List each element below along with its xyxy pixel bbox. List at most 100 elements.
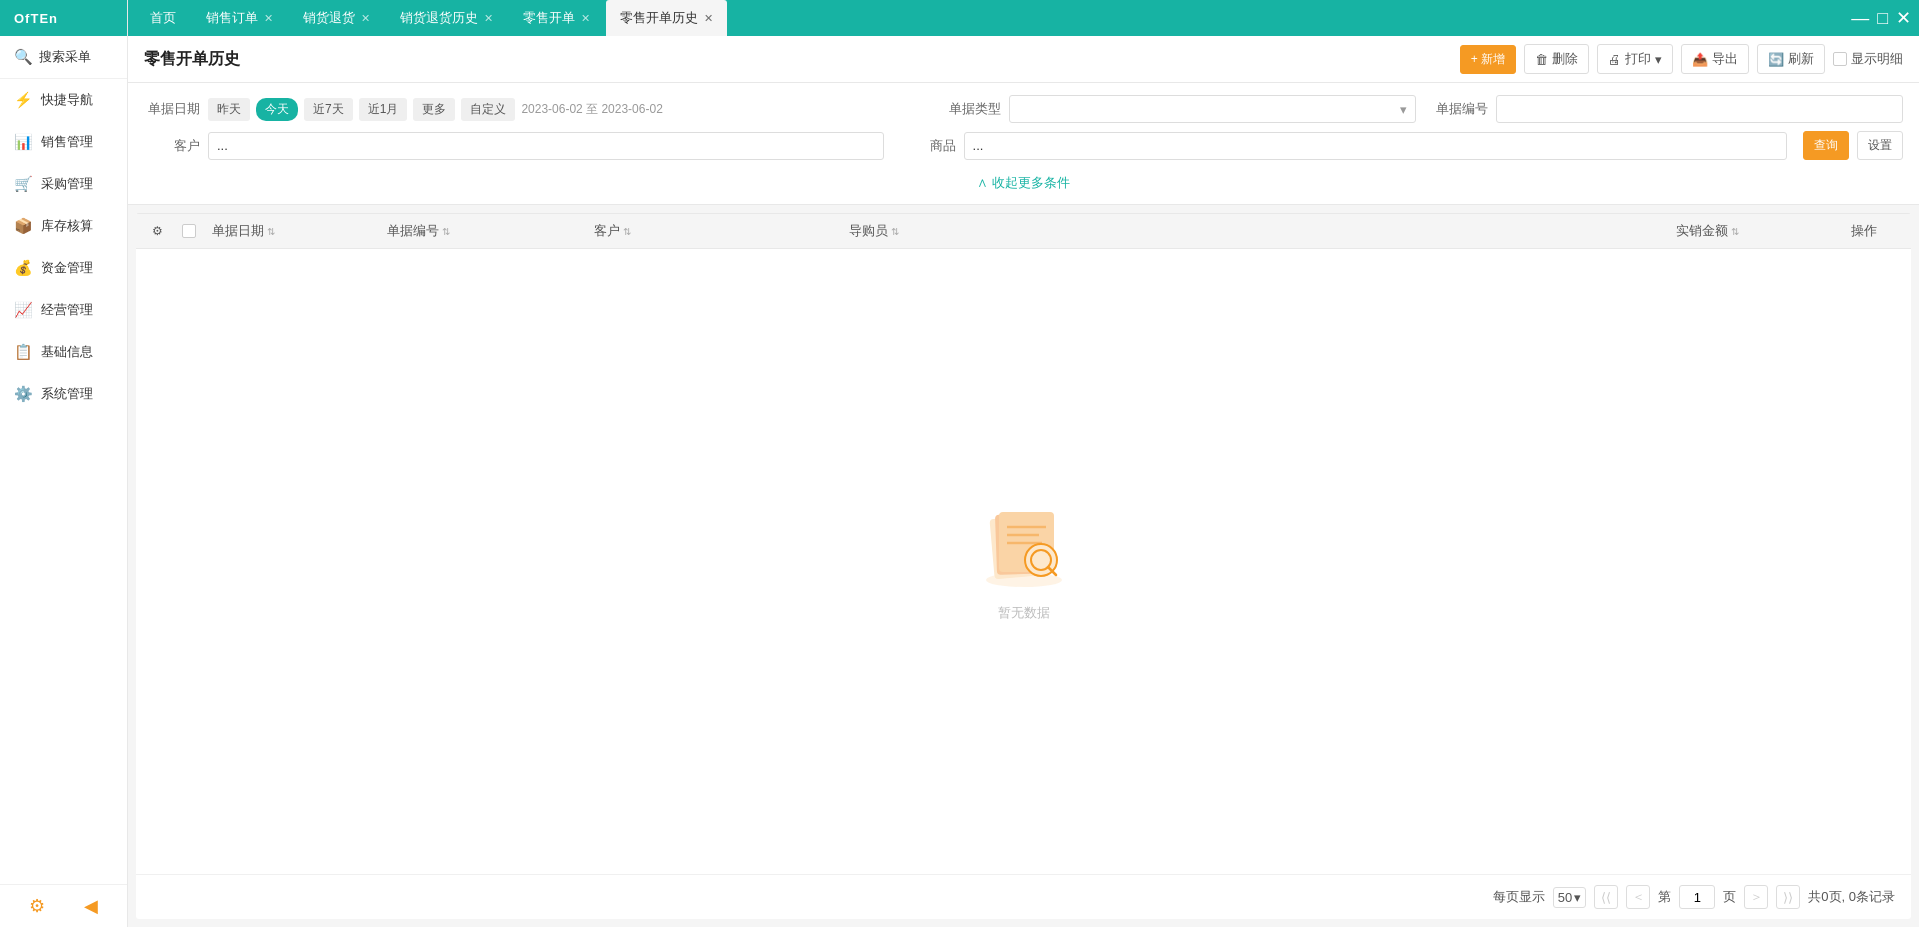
sidebar-item-system[interactable]: ⚙️ 系统管理 xyxy=(0,373,127,415)
customer-sort-icon: ⇅ xyxy=(623,226,631,237)
goods-label: 商品 xyxy=(900,137,956,155)
basic-icon: 📋 xyxy=(14,343,33,361)
sidebar-item-basic[interactable]: 📋 基础信息 xyxy=(0,331,127,373)
close-sales-return-history-icon[interactable]: ✕ xyxy=(484,12,493,25)
customer-value: ... xyxy=(217,138,228,153)
sidebar-item-finance[interactable]: 💰 资金管理 xyxy=(0,247,127,289)
type-field: 单据类型 ▾ xyxy=(945,95,1416,123)
date-btn-custom[interactable]: 自定义 xyxy=(461,98,515,121)
th-date[interactable]: 单据日期 ⇅ xyxy=(204,222,379,240)
th-amount-label: 实销金额 xyxy=(1676,222,1728,240)
tab-sales-return-label: 销货退货 xyxy=(303,9,355,27)
more-conditions-toggle[interactable]: ∧ 收起更多条件 xyxy=(144,168,1903,196)
th-amount[interactable]: 实销金额 ⇅ xyxy=(1668,222,1843,240)
th-guide-label: 导购员 xyxy=(849,222,888,240)
tab-home[interactable]: 首页 xyxy=(136,0,190,36)
sidebar-item-quick-nav[interactable]: ⚡ 快捷导航 xyxy=(0,79,127,121)
query-button[interactable]: 查询 xyxy=(1803,131,1849,160)
quick-nav-icon: ⚡ xyxy=(14,91,33,109)
print-icon: 🖨 xyxy=(1608,52,1621,67)
date-buttons: 昨天 今天 近7天 近1月 更多 自定义 2023-06-02 至 2023-0… xyxy=(208,98,663,121)
select-all-checkbox[interactable] xyxy=(182,224,196,238)
tab-sales-order[interactable]: 销售订单 ✕ xyxy=(192,0,287,36)
th-num[interactable]: 单据编号 ⇅ xyxy=(379,222,586,240)
sidebar-item-label: 基础信息 xyxy=(41,343,93,361)
content-area: ⚙ 单据日期 ⇅ 单据编号 ⇅ 客户 ⇅ 导购员 ⇅ 实销金额 xyxy=(136,213,1911,919)
close-retail-history-icon[interactable]: ✕ xyxy=(704,12,713,25)
tab-home-label: 首页 xyxy=(150,9,176,27)
sidebar-item-label: 库存核算 xyxy=(41,217,93,235)
settings-icon[interactable]: ⚙ xyxy=(29,895,45,917)
close-sales-return-icon[interactable]: ✕ xyxy=(361,12,370,25)
date-btn-today[interactable]: 今天 xyxy=(256,98,298,121)
delete-icon: 🗑 xyxy=(1535,52,1548,67)
per-page-value: 50 xyxy=(1558,890,1572,905)
date-btn-1month[interactable]: 近1月 xyxy=(359,98,408,121)
page-label: 页 xyxy=(1723,888,1736,906)
th-op: 操作 xyxy=(1843,222,1903,240)
sidebar-item-inventory[interactable]: 📦 库存核算 xyxy=(0,205,127,247)
prev-page-btn[interactable]: ＜ xyxy=(1626,885,1650,909)
per-page-select[interactable]: 50 ▾ xyxy=(1553,887,1586,908)
sidebar-item-sales[interactable]: 📊 销售管理 xyxy=(0,121,127,163)
sidebar-item-operations[interactable]: 📈 经营管理 xyxy=(0,289,127,331)
th-gear[interactable]: ⚙ xyxy=(144,224,174,238)
maximize-icon[interactable]: □ xyxy=(1877,8,1888,29)
sidebar-item-label: 销售管理 xyxy=(41,133,93,151)
date-btn-more[interactable]: 更多 xyxy=(413,98,455,121)
type-select[interactable]: ▾ xyxy=(1009,95,1416,123)
search-icon: 🔍 xyxy=(14,48,33,66)
sidebar-item-purchase[interactable]: 🛒 采购管理 xyxy=(0,163,127,205)
tab-retail-history-label: 零售开单历史 xyxy=(620,9,698,27)
sidebar-bottom: ⚙ ◀ xyxy=(0,884,127,927)
tab-sales-return[interactable]: 销货退货 ✕ xyxy=(289,0,384,36)
first-page-btn[interactable]: ⟨⟨ xyxy=(1594,885,1618,909)
goods-field: 商品 ... xyxy=(900,132,1787,160)
th-guide[interactable]: 导购员 ⇅ xyxy=(841,222,1016,240)
settings-button[interactable]: 设置 xyxy=(1857,131,1903,160)
next-page-btn[interactable]: ＞ xyxy=(1744,885,1768,909)
close-sales-order-icon[interactable]: ✕ xyxy=(264,12,273,25)
search-area: 单据日期 昨天 今天 近7天 近1月 更多 自定义 2023-06-02 至 2… xyxy=(128,83,1919,205)
show-detail-toggle[interactable]: 显示明细 xyxy=(1833,50,1903,68)
th-checkbox[interactable] xyxy=(174,224,204,238)
minimize-icon[interactable]: — xyxy=(1851,8,1869,29)
num-input[interactable] xyxy=(1496,95,1903,123)
tab-sales-order-label: 销售订单 xyxy=(206,9,258,27)
date-sort-icon: ⇅ xyxy=(267,226,275,237)
purchase-icon: 🛒 xyxy=(14,175,33,193)
page-input[interactable]: 1 xyxy=(1679,885,1715,909)
date-btn-7days[interactable]: 近7天 xyxy=(304,98,353,121)
refresh-button[interactable]: 🔄 刷新 xyxy=(1757,44,1825,74)
export-button[interactable]: 📤 导出 xyxy=(1681,44,1749,74)
show-detail-checkbox[interactable] xyxy=(1833,52,1847,66)
print-label: 打印 xyxy=(1625,50,1651,68)
add-button[interactable]: + 新增 xyxy=(1460,45,1516,74)
export-label: 导出 xyxy=(1712,50,1738,68)
last-page-btn[interactable]: ⟩⟩ xyxy=(1776,885,1800,909)
th-customer[interactable]: 客户 ⇅ xyxy=(586,222,841,240)
page-word: 第 xyxy=(1658,888,1671,906)
th-num-label: 单据编号 xyxy=(387,222,439,240)
window-controls: — □ ✕ xyxy=(1851,7,1911,29)
goods-select[interactable]: ... xyxy=(964,132,1787,160)
th-date-label: 单据日期 xyxy=(212,222,264,240)
delete-button[interactable]: 🗑 删除 xyxy=(1524,44,1589,74)
table-header: ⚙ 单据日期 ⇅ 单据编号 ⇅ 客户 ⇅ 导购员 ⇅ 实销金额 xyxy=(136,213,1911,249)
tab-sales-return-history[interactable]: 销货退货历史 ✕ xyxy=(386,0,507,36)
brand-logo: OfTEn xyxy=(14,11,58,26)
date-field: 单据日期 昨天 今天 近7天 近1月 更多 自定义 2023-06-02 至 2… xyxy=(144,98,929,121)
date-btn-yesterday[interactable]: 昨天 xyxy=(208,98,250,121)
tab-retail-history[interactable]: 零售开单历史 ✕ xyxy=(606,0,727,36)
more-conditions-label: ∧ 收起更多条件 xyxy=(977,174,1070,192)
close-retail-open-icon[interactable]: ✕ xyxy=(581,12,590,25)
date-range-display: 2023-06-02 至 2023-06-02 xyxy=(521,101,662,118)
customer-select[interactable]: ... xyxy=(208,132,884,160)
th-customer-label: 客户 xyxy=(594,222,620,240)
search-row-2: 客户 ... 商品 ... 查询 设置 xyxy=(144,131,1903,160)
collapse-icon[interactable]: ◀ xyxy=(84,895,98,917)
tab-retail-open[interactable]: 零售开单 ✕ xyxy=(509,0,604,36)
close-window-icon[interactable]: ✕ xyxy=(1896,7,1911,29)
print-button[interactable]: 🖨 打印 ▾ xyxy=(1597,44,1673,74)
sidebar-search[interactable]: 🔍 搜索采单 xyxy=(0,36,127,79)
